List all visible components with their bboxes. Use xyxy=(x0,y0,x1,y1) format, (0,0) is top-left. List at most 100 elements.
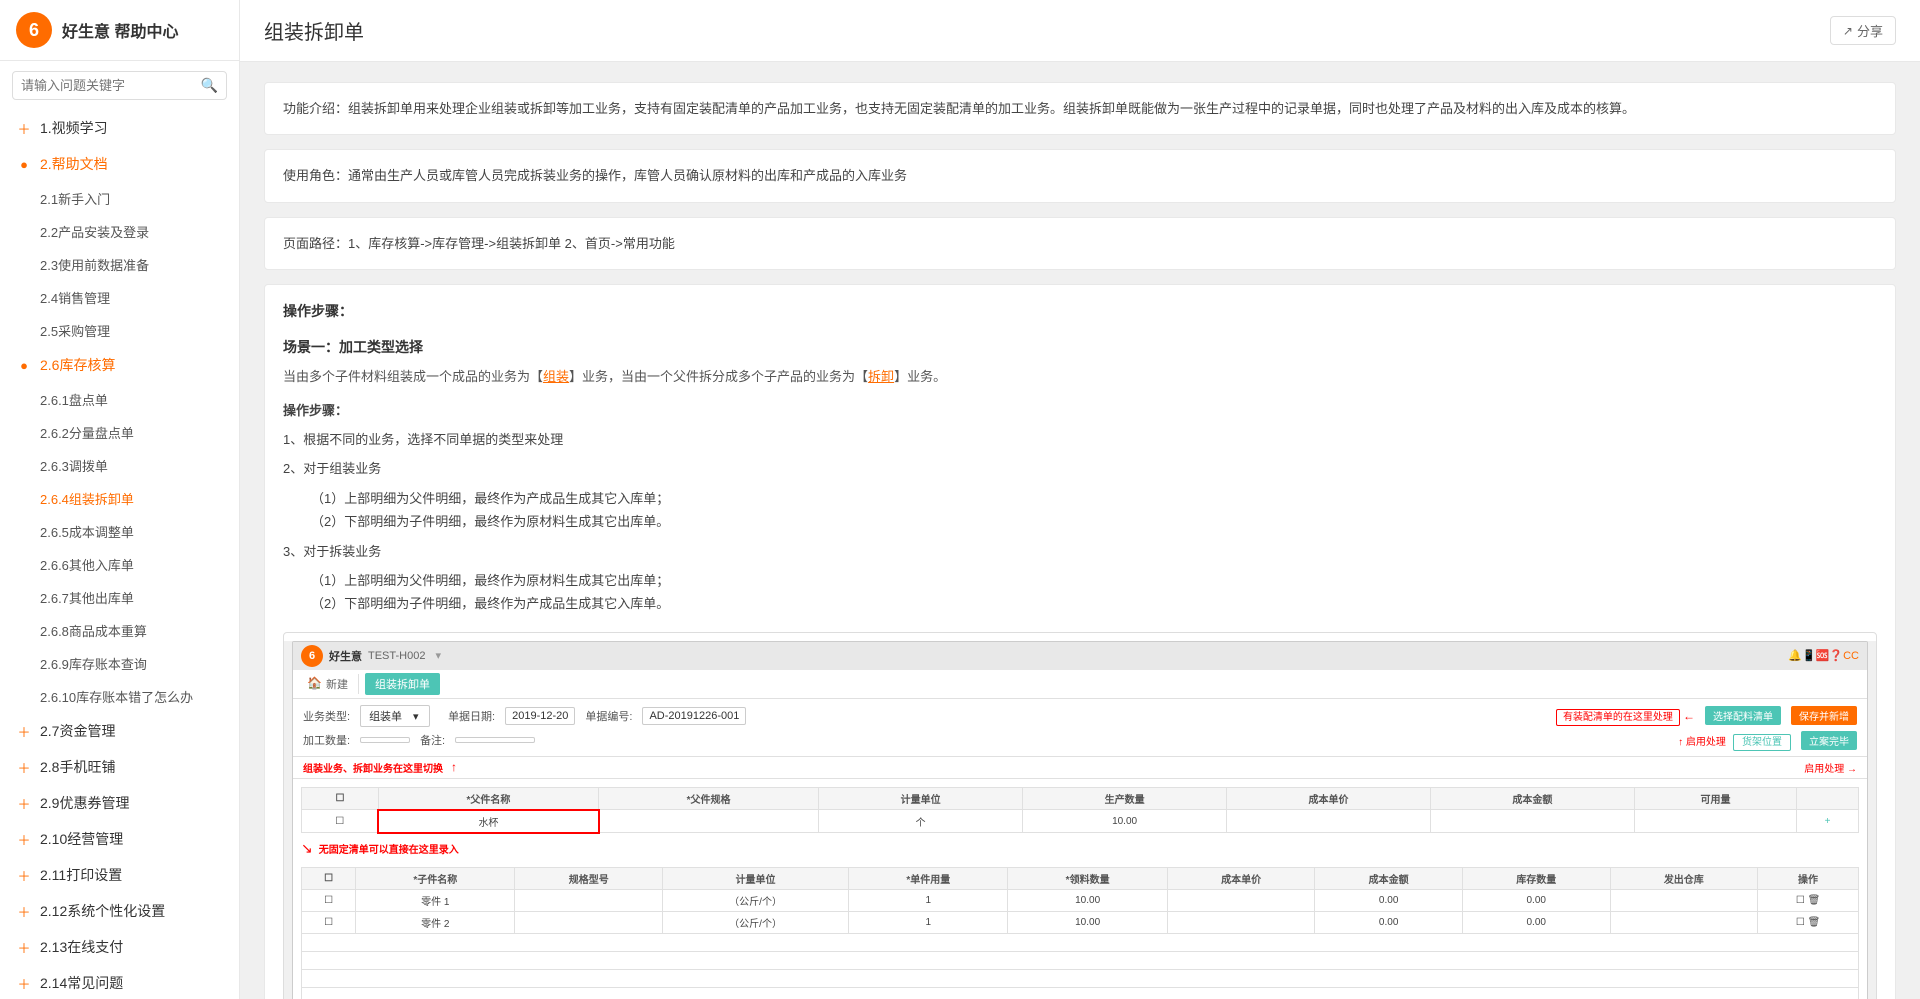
mock-upper-table: ☐ *父件名称 *父件规格 计量单位 生产数量 成本单价 成本金额 可用量 xyxy=(293,779,1867,838)
plus-icon-coupon: ＋ xyxy=(16,795,32,811)
mock-td-unit1: 个 xyxy=(819,810,1023,833)
mock-enable-btn: 货架位置 xyxy=(1733,734,1791,751)
sidebar-item-inventory-label: 2.6库存核算 xyxy=(40,355,115,375)
mock-ltd-qty1: 10.00 xyxy=(1008,889,1167,911)
sidebar-item-stockcount[interactable]: 2.6.1盘点单 xyxy=(0,383,239,416)
function-text: 功能介绍：组装拆卸单用来处理企业组装或拆卸等加工业务，支持有固定装配清单的产品加… xyxy=(283,101,1635,116)
sidebar-item-ops[interactable]: ＋ 2.10经营管理 xyxy=(0,821,239,857)
mock-ltd-spec2 xyxy=(515,911,663,933)
mock-ltd-name2: 零件 2 xyxy=(356,911,515,933)
nav-section: ＋ 1.视频学习 ● 2.帮助文档 2.1新手入门 2.2产品安装及登录 2.3… xyxy=(0,110,239,999)
mock-ltd-op2: ☐ 🗑 xyxy=(1758,911,1859,933)
mock-test-id: TEST-H002 xyxy=(368,650,425,662)
mock-lower-row3 xyxy=(302,933,1859,951)
mock-ltd-per1: 1 xyxy=(849,889,1008,911)
mock-th-qty: 生产数量 xyxy=(1023,787,1227,810)
step-3-1: （1）上部明细为父件明细，最终作为原材料生成其它出库单； xyxy=(283,569,1877,592)
mock-form-date: 2019-12-20 xyxy=(505,707,575,725)
mock-ltd-empty6 xyxy=(302,987,1859,999)
mock-select-btn: 选择配料清单 xyxy=(1705,706,1781,725)
sidebar-item-settings[interactable]: ＋ 2.12系统个性化设置 xyxy=(0,893,239,929)
role-card: 使用角色：通常由生产人员或库管人员完成拆装业务的操作，库管人员确认原材料的出库和… xyxy=(264,149,1896,202)
sidebar-item-coupon[interactable]: ＋ 2.9优惠券管理 xyxy=(0,785,239,821)
disassembly-highlight: 拆卸 xyxy=(868,369,894,384)
mock-th-ops xyxy=(1797,787,1859,810)
mock-ltd-wh1 xyxy=(1610,889,1758,911)
search-input[interactable] xyxy=(21,78,201,93)
sidebar-item-splitcount[interactable]: 2.6.2分量盘点单 xyxy=(0,416,239,449)
mock-ltd-empty4 xyxy=(302,951,1859,969)
mock-lower-row6 xyxy=(302,987,1859,999)
sidebar-item-faq[interactable]: ＋ 2.14常见问题 xyxy=(0,965,239,999)
sidebar-header: 6 好生意 帮助中心 xyxy=(0,0,239,61)
share-label: 分享 xyxy=(1857,21,1883,40)
mock-ltd-spec1 xyxy=(515,889,663,911)
step-2: 2、对于组装业务 xyxy=(283,457,1877,480)
share-button[interactable]: ↗ 分享 xyxy=(1830,16,1896,45)
scenario1-desc: 当由多个子件材料组装成一个成品的业务为【组装】业务，当由一个父件拆分成多个子产品… xyxy=(283,365,1877,388)
sidebar-item-install[interactable]: 2.2产品安装及登录 xyxy=(0,215,239,248)
mock-td-name1: 水杯 xyxy=(378,810,598,833)
step-3: 3、对于拆装业务 xyxy=(283,540,1877,563)
search-icon[interactable]: 🔍 xyxy=(201,77,218,94)
mock-arrow-toggle: ↑ xyxy=(451,760,457,774)
mock-nav-new: 新建 xyxy=(322,676,352,692)
sidebar-item-assembly[interactable]: 2.6.4组装拆卸单 xyxy=(0,482,239,515)
sidebar-item-print[interactable]: ＋ 2.11打印设置 xyxy=(0,857,239,893)
plus-icon-payment: ＋ xyxy=(16,939,32,955)
mock-ltd-wh2 xyxy=(1610,911,1758,933)
mock-save-btn: 保存并新增 xyxy=(1791,706,1857,725)
mock-th-cost: 成本单价 xyxy=(1227,787,1431,810)
sidebar-item-stockerr[interactable]: 2.6.10库存账本错了怎么办 xyxy=(0,680,239,713)
mock-lower-row4 xyxy=(302,951,1859,969)
sidebar-item-payment[interactable]: ＋ 2.13在线支付 xyxy=(0,929,239,965)
step-2-2: （2）下部明细为子件明细，最终作为原材料生成其它出库单。 xyxy=(283,510,1877,533)
sidebar-item-costadj[interactable]: 2.6.5成本调整单 xyxy=(0,515,239,548)
plus-icon: ＋ xyxy=(16,120,32,136)
mock-td-spec1 xyxy=(599,810,819,833)
sidebar-item-docs[interactable]: ● 2.帮助文档 xyxy=(0,146,239,182)
sidebar-item-otheroutbound[interactable]: 2.6.7其他出库单 xyxy=(0,581,239,614)
mock-ltd-cost2 xyxy=(1167,911,1315,933)
mock-th-checkbox: ☐ xyxy=(302,787,379,810)
search-box[interactable]: 🔍 xyxy=(12,71,227,100)
mock-brand: 好生意 xyxy=(329,648,362,664)
sidebar-item-newbie[interactable]: 2.1新手入门 xyxy=(0,182,239,215)
mock-arrow-down: ↘ xyxy=(301,840,313,857)
path-text: 页面路径：1、库存核算->库存管理->组装拆卸单 2、首页->常用功能 xyxy=(283,236,675,251)
app-logo: 6 xyxy=(16,12,52,48)
mock-td-cost1 xyxy=(1227,810,1431,833)
sidebar-item-videos[interactable]: ＋ 1.视频学习 xyxy=(0,110,239,146)
sidebar-item-mobile[interactable]: ＋ 2.8手机旺铺 xyxy=(0,749,239,785)
mock-th-available: 可用量 xyxy=(1634,787,1796,810)
mock-logo: 6 xyxy=(301,645,323,667)
mock-annotation-nofixed: 无固定清单可以直接在这里录入 xyxy=(319,841,459,856)
mock-td-avail1 xyxy=(1634,810,1796,833)
mock-qty-label: 加工数量: xyxy=(303,732,350,748)
mock-form-area: 业务类型: 组装单 ▾ 单据日期: 2019-12-20 单据编号: AD-20… xyxy=(293,699,1867,757)
mock-form-label1: 业务类型: xyxy=(303,708,350,724)
screenshot-container: 6 好生意 TEST-H002 ▾ 🔔📱🆘❓CC 🏠 新建 xyxy=(283,632,1877,999)
mock-lth-item: *子件名称 xyxy=(356,867,515,889)
mock-home-icon: 🏠 xyxy=(307,676,322,692)
sidebar-item-goodscost[interactable]: 2.6.8商品成本重算 xyxy=(0,614,239,647)
sidebar-item-purchase[interactable]: 2.5采购管理 xyxy=(0,314,239,347)
sidebar-item-sales[interactable]: 2.4销售管理 xyxy=(0,281,239,314)
main-area: 组装拆卸单 ↗ 分享 功能介绍：组装拆卸单用来处理企业组装或拆卸等加工业务，支持… xyxy=(240,0,1920,999)
sidebar-item-predata[interactable]: 2.3使用前数据准备 xyxy=(0,248,239,281)
mock-lower-row5 xyxy=(302,969,1859,987)
mock-enable-action: 立案完毕 xyxy=(1801,731,1857,750)
plus-icon-faq: ＋ xyxy=(16,975,32,991)
sidebar-item-inventory[interactable]: ● 2.6库存核算 xyxy=(0,347,239,383)
sidebar-item-capital[interactable]: ＋ 2.7资金管理 xyxy=(0,713,239,749)
sidebar-item-otherinbound[interactable]: 2.6.6其他入库单 xyxy=(0,548,239,581)
mock-ltd-per2: 1 xyxy=(849,911,1008,933)
sidebar-item-adjust[interactable]: 2.6.3调拨单 xyxy=(0,449,239,482)
mock-ltd-empty3 xyxy=(302,933,1859,951)
mock-arrow-bom: ← xyxy=(1683,709,1695,723)
mock-ltd-qty2: 10.00 xyxy=(1008,911,1167,933)
sidebar-item-stockcheck[interactable]: 2.6.9库存账本查询 xyxy=(0,647,239,680)
function-intro-card: 功能介绍：组装拆卸单用来处理企业组装或拆卸等加工业务，支持有固定装配清单的产品加… xyxy=(264,82,1896,135)
mock-lth-cost: 成本单价 xyxy=(1167,867,1315,889)
content-area: 功能介绍：组装拆卸单用来处理企业组装或拆卸等加工业务，支持有固定装配清单的产品加… xyxy=(240,62,1920,999)
